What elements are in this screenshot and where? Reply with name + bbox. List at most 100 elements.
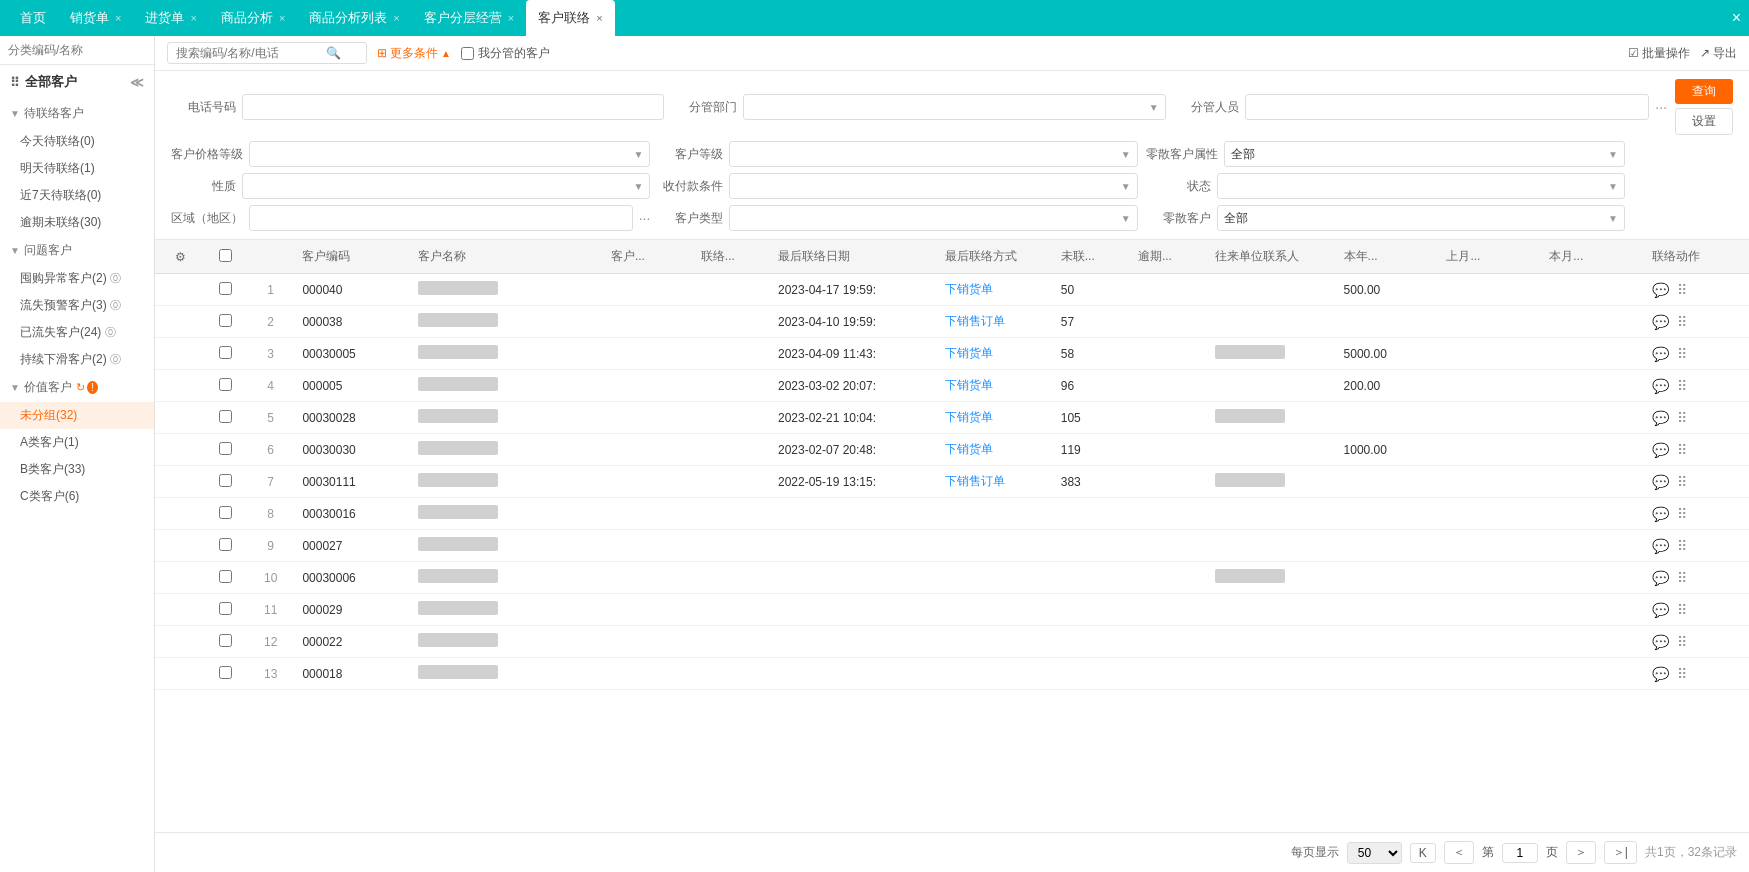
more-action-icon[interactable]: ⠿ — [1677, 378, 1687, 394]
sidebar-item-today-pending[interactable]: 今天待联络(0) — [0, 128, 154, 155]
sidebar-item-class-a[interactable]: A类客户(1) — [0, 429, 154, 456]
sidebar-group-pending[interactable]: ▼ 待联络客户 — [0, 99, 154, 128]
sidebar-item-ungrouped[interactable]: 未分组(32) — [0, 402, 154, 429]
row-checkbox[interactable] — [219, 346, 232, 359]
row-checkbox[interactable] — [219, 410, 232, 423]
contact-method-link[interactable]: 下销货单 — [945, 282, 993, 296]
row-checkbox[interactable] — [219, 474, 232, 487]
select-all-checkbox[interactable] — [219, 249, 232, 262]
filter-nature-select[interactable]: ▼ — [242, 173, 650, 199]
col-type[interactable]: 客户... — [605, 240, 695, 274]
filter-region-dots[interactable]: ··· — [639, 210, 651, 226]
tab-customer-segment[interactable]: 客户分层经营 × — [412, 0, 526, 36]
cell-check[interactable] — [206, 594, 245, 626]
filter-status-select[interactable]: ▼ — [1217, 173, 1625, 199]
col-check[interactable] — [206, 240, 245, 274]
more-action-icon[interactable]: ⠿ — [1677, 506, 1687, 522]
query-button[interactable]: 查询 — [1675, 79, 1733, 104]
col-this-year[interactable]: 本年... — [1338, 240, 1441, 274]
col-contact-person[interactable]: 往来单位联系人 — [1209, 240, 1338, 274]
more-action-icon[interactable]: ⠿ — [1677, 474, 1687, 490]
sidebar-item-declining[interactable]: 持续下滑客户(2) ⓪ — [0, 346, 154, 373]
last-page-btn[interactable]: ＞| — [1604, 841, 1637, 864]
export-btn[interactable]: ↗ 导出 — [1700, 45, 1737, 62]
my-customer-filter[interactable]: 我分管的客户 — [461, 45, 550, 62]
phone-action-icon[interactable]: 💬 — [1652, 570, 1669, 586]
cell-check[interactable] — [206, 338, 245, 370]
close-product-analysis-list-tab[interactable]: × — [393, 12, 399, 24]
more-action-icon[interactable]: ⠿ — [1677, 538, 1687, 554]
filter-person-select[interactable] — [1245, 94, 1650, 120]
filter-payment-select[interactable]: ▼ — [729, 173, 1137, 199]
sidebar-item-tomorrow-pending[interactable]: 明天待联络(1) — [0, 155, 154, 182]
filter-person-dots[interactable]: ··· — [1655, 99, 1667, 115]
row-checkbox[interactable] — [219, 506, 232, 519]
cell-check[interactable] — [206, 498, 245, 530]
phone-action-icon[interactable]: 💬 — [1652, 442, 1669, 458]
sidebar-group-value[interactable]: ▼ 价值客户 ↻ ! — [0, 373, 154, 402]
prev-page-btn[interactable]: ＜ — [1444, 841, 1474, 864]
cell-check[interactable] — [206, 658, 245, 690]
more-conditions-btn[interactable]: ⊞ 更多条件 ▲ — [377, 45, 451, 62]
sidebar-item-class-c[interactable]: C类客户(6) — [0, 483, 154, 510]
contact-method-link[interactable]: 下销货单 — [945, 410, 993, 424]
filter-price-level-select[interactable]: ▼ — [249, 141, 650, 167]
filter-search-input[interactable] — [176, 46, 326, 60]
sidebar-item-churn-warning[interactable]: 流失预警客户(3) ⓪ — [0, 292, 154, 319]
phone-action-icon[interactable]: 💬 — [1652, 410, 1669, 426]
sidebar-all-customers[interactable]: ⠿ 全部客户 ≪ — [0, 65, 154, 99]
sidebar-item-overdue-pending[interactable]: 逾期未联络(30) — [0, 209, 154, 236]
filter-customer-level-select[interactable]: ▼ — [729, 141, 1137, 167]
cell-check[interactable] — [206, 274, 245, 306]
phone-action-icon[interactable]: 💬 — [1652, 634, 1669, 650]
col-name[interactable]: 客户名称 — [412, 240, 605, 274]
close-customer-segment-tab[interactable]: × — [508, 12, 514, 24]
next-page-btn[interactable]: ＞ — [1566, 841, 1596, 864]
filter-scattered-attr-select[interactable]: 全部 ▼ — [1224, 141, 1625, 167]
cell-check[interactable] — [206, 562, 245, 594]
row-checkbox[interactable] — [219, 282, 232, 295]
more-action-icon[interactable]: ⠿ — [1677, 570, 1687, 586]
phone-action-icon[interactable]: 💬 — [1652, 506, 1669, 522]
my-customer-checkbox[interactable] — [461, 47, 474, 60]
more-action-icon[interactable]: ⠿ — [1677, 346, 1687, 362]
close-all-tabs[interactable]: × — [1732, 9, 1741, 27]
more-action-icon[interactable]: ⠿ — [1677, 666, 1687, 682]
phone-action-icon[interactable]: 💬 — [1652, 474, 1669, 490]
reset-button[interactable]: 设置 — [1675, 108, 1733, 135]
col-last-month[interactable]: 上月... — [1440, 240, 1543, 274]
more-action-icon[interactable]: ⠿ — [1677, 410, 1687, 426]
batch-op-btn[interactable]: ☑ 批量操作 — [1628, 45, 1690, 62]
tab-customer-contact[interactable]: 客户联络 × — [526, 0, 614, 36]
sidebar-item-class-b[interactable]: B类客户(33) — [0, 456, 154, 483]
col-overdue[interactable]: 逾期... — [1132, 240, 1209, 274]
more-action-icon[interactable]: ⠿ — [1677, 602, 1687, 618]
col-contact[interactable]: 联络... — [695, 240, 772, 274]
row-checkbox[interactable] — [219, 538, 232, 551]
cell-check[interactable] — [206, 530, 245, 562]
contact-method-link[interactable]: 下销货单 — [945, 378, 993, 392]
sidebar-search-input[interactable] — [8, 43, 155, 57]
phone-action-icon[interactable]: 💬 — [1652, 602, 1669, 618]
col-this-month[interactable]: 本月... — [1543, 240, 1646, 274]
filter-scattered-select[interactable]: 全部 ▼ — [1217, 205, 1625, 231]
sidebar-item-churned[interactable]: 已流失客户(24) ⓪ — [0, 319, 154, 346]
first-page-btn[interactable]: K — [1410, 843, 1436, 863]
sidebar-item-stockpile-abnormal[interactable]: 囤购异常客户(2) ⓪ — [0, 265, 154, 292]
row-checkbox[interactable] — [219, 378, 232, 391]
tab-sales[interactable]: 销货单 × — [58, 0, 133, 36]
tab-product-analysis[interactable]: 商品分析 × — [209, 0, 297, 36]
refresh-icon[interactable]: ↻ — [76, 381, 85, 394]
col-last-contact-method[interactable]: 最后联络方式 — [939, 240, 1055, 274]
close-product-analysis-tab[interactable]: × — [279, 12, 285, 24]
contact-method-link[interactable]: 下销货单 — [945, 442, 993, 456]
filter-phone-input[interactable] — [242, 94, 664, 120]
col-last-contact-date[interactable]: 最后联络日期 — [772, 240, 939, 274]
close-customer-contact-tab[interactable]: × — [596, 12, 602, 24]
row-checkbox[interactable] — [219, 570, 232, 583]
cell-check[interactable] — [206, 466, 245, 498]
more-action-icon[interactable]: ⠿ — [1677, 634, 1687, 650]
tab-home[interactable]: 首页 — [8, 0, 58, 36]
row-checkbox[interactable] — [219, 666, 232, 679]
phone-action-icon[interactable]: 💬 — [1652, 378, 1669, 394]
